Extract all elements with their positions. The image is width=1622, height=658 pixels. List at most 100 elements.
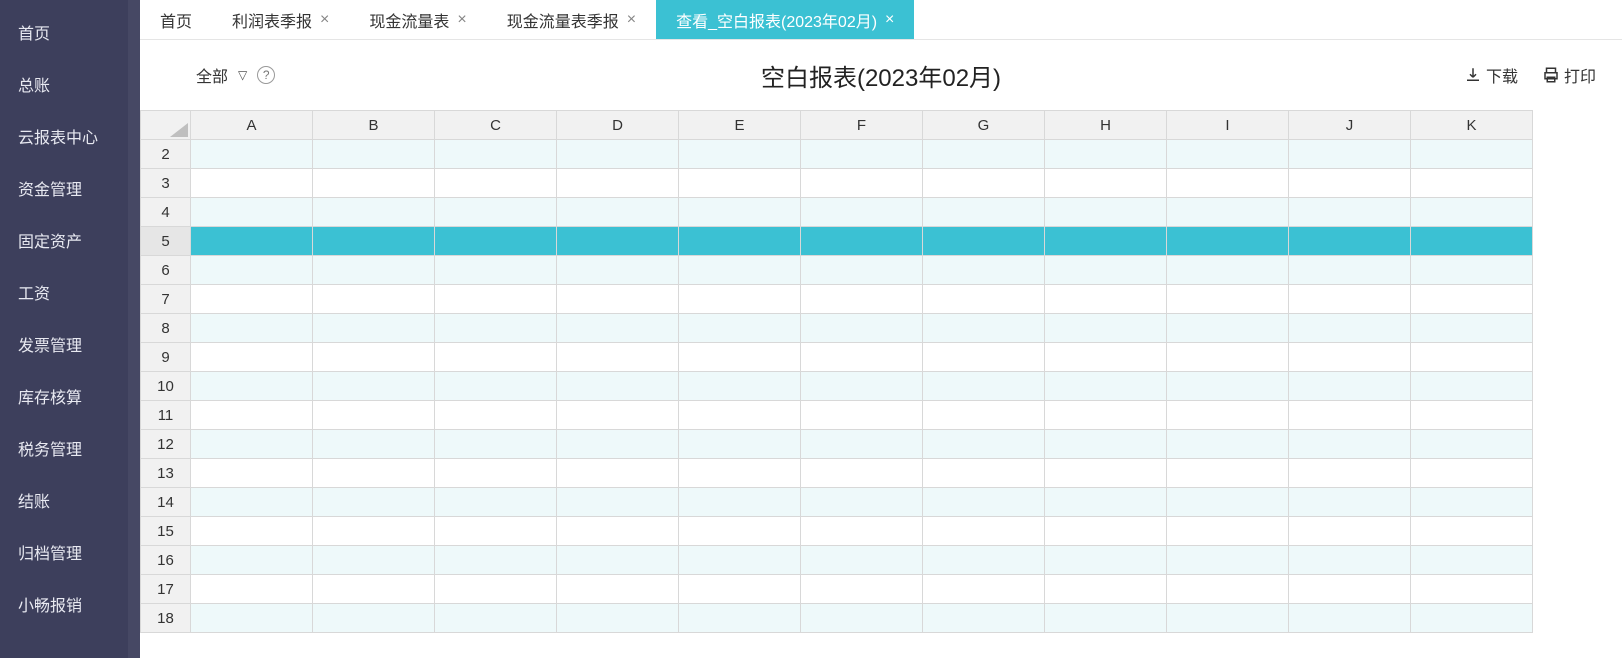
cell-E2[interactable] (679, 140, 801, 169)
cell-E11[interactable] (679, 401, 801, 430)
cell-K6[interactable] (1411, 256, 1533, 285)
cell-H5[interactable] (1045, 227, 1167, 256)
cell-I9[interactable] (1167, 343, 1289, 372)
row-header-11[interactable]: 11 (141, 401, 191, 430)
cell-G2[interactable] (923, 140, 1045, 169)
cell-G12[interactable] (923, 430, 1045, 459)
print-button[interactable]: 打印 (1542, 63, 1596, 87)
cell-H4[interactable] (1045, 198, 1167, 227)
cell-A3[interactable] (191, 169, 313, 198)
cell-B13[interactable] (313, 459, 435, 488)
cell-I4[interactable] (1167, 198, 1289, 227)
help-icon[interactable]: ? (257, 66, 275, 84)
column-header-D[interactable]: D (557, 111, 679, 140)
column-header-E[interactable]: E (679, 111, 801, 140)
sidebar-item-2[interactable]: 云报表中心 (0, 110, 140, 162)
cell-K12[interactable] (1411, 430, 1533, 459)
row-header-7[interactable]: 7 (141, 285, 191, 314)
cell-C16[interactable] (435, 546, 557, 575)
cell-G15[interactable] (923, 517, 1045, 546)
column-header-I[interactable]: I (1167, 111, 1289, 140)
tab-0[interactable]: 首页 (140, 0, 212, 39)
cell-F10[interactable] (801, 372, 923, 401)
row-header-16[interactable]: 16 (141, 546, 191, 575)
cell-H12[interactable] (1045, 430, 1167, 459)
cell-J2[interactable] (1289, 140, 1411, 169)
cell-G11[interactable] (923, 401, 1045, 430)
sidebar-item-10[interactable]: 归档管理 (0, 526, 140, 578)
cell-A13[interactable] (191, 459, 313, 488)
row-header-5[interactable]: 5 (141, 227, 191, 256)
row-header-2[interactable]: 2 (141, 140, 191, 169)
row-header-17[interactable]: 17 (141, 575, 191, 604)
cell-F7[interactable] (801, 285, 923, 314)
cell-J18[interactable] (1289, 604, 1411, 633)
cell-A15[interactable] (191, 517, 313, 546)
cell-D4[interactable] (557, 198, 679, 227)
cell-D6[interactable] (557, 256, 679, 285)
cell-E8[interactable] (679, 314, 801, 343)
cell-E18[interactable] (679, 604, 801, 633)
cell-G16[interactable] (923, 546, 1045, 575)
cell-H18[interactable] (1045, 604, 1167, 633)
cell-G13[interactable] (923, 459, 1045, 488)
cell-J15[interactable] (1289, 517, 1411, 546)
filter-dropdown[interactable]: 全部 ▽ ? (196, 63, 275, 87)
cell-H9[interactable] (1045, 343, 1167, 372)
cell-C13[interactable] (435, 459, 557, 488)
cell-F14[interactable] (801, 488, 923, 517)
cell-D5[interactable] (557, 227, 679, 256)
cell-I18[interactable] (1167, 604, 1289, 633)
cell-B11[interactable] (313, 401, 435, 430)
cell-E13[interactable] (679, 459, 801, 488)
cell-F15[interactable] (801, 517, 923, 546)
column-header-B[interactable]: B (313, 111, 435, 140)
cell-H7[interactable] (1045, 285, 1167, 314)
cell-D17[interactable] (557, 575, 679, 604)
cell-H17[interactable] (1045, 575, 1167, 604)
cell-F16[interactable] (801, 546, 923, 575)
cell-J17[interactable] (1289, 575, 1411, 604)
cell-A5[interactable] (191, 227, 313, 256)
cell-A10[interactable] (191, 372, 313, 401)
row-header-18[interactable]: 18 (141, 604, 191, 633)
cell-E17[interactable] (679, 575, 801, 604)
cell-K16[interactable] (1411, 546, 1533, 575)
cell-A8[interactable] (191, 314, 313, 343)
close-icon[interactable]: × (885, 12, 894, 28)
close-icon[interactable]: × (320, 12, 329, 28)
cell-D12[interactable] (557, 430, 679, 459)
close-icon[interactable]: × (627, 12, 636, 28)
cell-B10[interactable] (313, 372, 435, 401)
cell-A18[interactable] (191, 604, 313, 633)
column-header-C[interactable]: C (435, 111, 557, 140)
column-header-J[interactable]: J (1289, 111, 1411, 140)
row-header-3[interactable]: 3 (141, 169, 191, 198)
cell-K8[interactable] (1411, 314, 1533, 343)
column-header-F[interactable]: F (801, 111, 923, 140)
cell-E6[interactable] (679, 256, 801, 285)
cell-G6[interactable] (923, 256, 1045, 285)
cell-J4[interactable] (1289, 198, 1411, 227)
cell-I7[interactable] (1167, 285, 1289, 314)
cell-I8[interactable] (1167, 314, 1289, 343)
cell-F13[interactable] (801, 459, 923, 488)
cell-E15[interactable] (679, 517, 801, 546)
cell-A14[interactable] (191, 488, 313, 517)
cell-B5[interactable] (313, 227, 435, 256)
cell-G7[interactable] (923, 285, 1045, 314)
sidebar-item-7[interactable]: 库存核算 (0, 370, 140, 422)
cell-K13[interactable] (1411, 459, 1533, 488)
cell-F8[interactable] (801, 314, 923, 343)
cell-F12[interactable] (801, 430, 923, 459)
sidebar-item-9[interactable]: 结账 (0, 474, 140, 526)
cell-E5[interactable] (679, 227, 801, 256)
cell-B8[interactable] (313, 314, 435, 343)
cell-G18[interactable] (923, 604, 1045, 633)
select-all-corner[interactable] (141, 111, 191, 140)
sidebar-item-6[interactable]: 发票管理 (0, 318, 140, 370)
cell-C14[interactable] (435, 488, 557, 517)
column-header-K[interactable]: K (1411, 111, 1533, 140)
row-header-12[interactable]: 12 (141, 430, 191, 459)
cell-F18[interactable] (801, 604, 923, 633)
